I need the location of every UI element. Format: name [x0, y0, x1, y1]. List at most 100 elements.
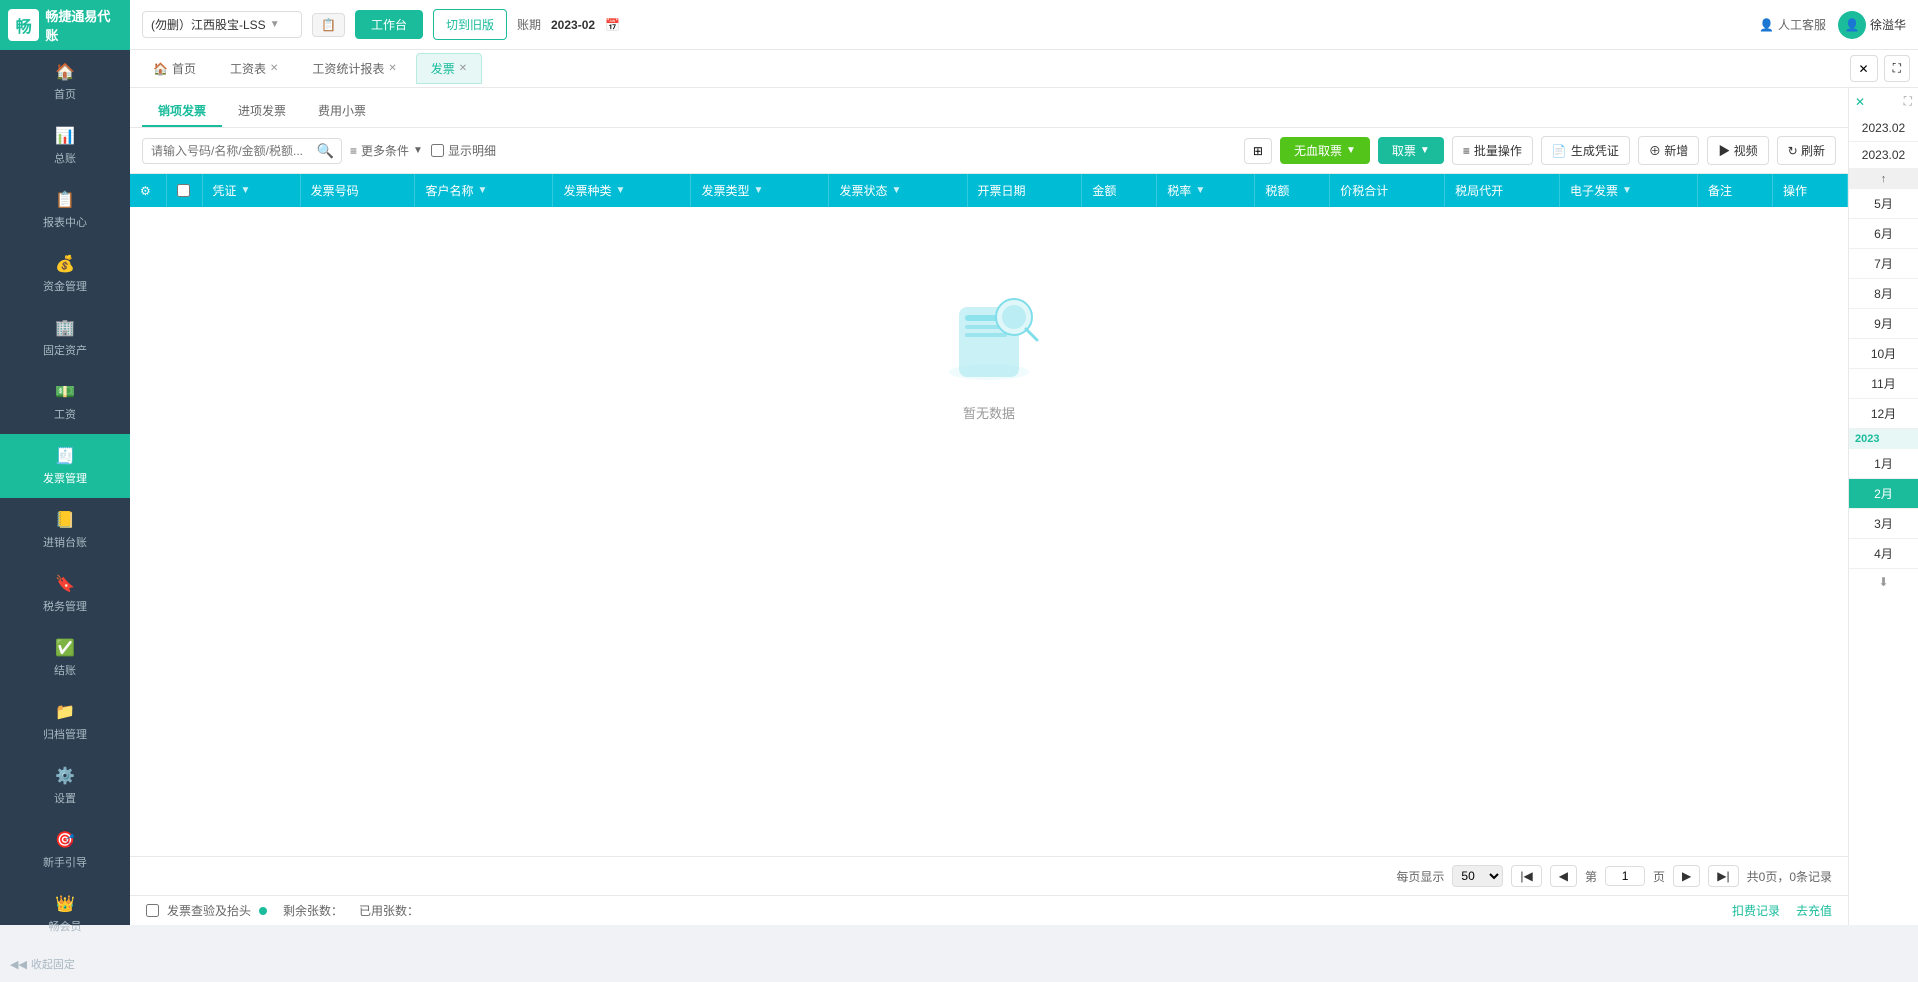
sidebar-label-payroll: 工资 [54, 406, 76, 422]
sidebar-item-home[interactable]: 🏠 首页 [0, 50, 130, 114]
tab-invoice[interactable]: 发票 ✕ [416, 53, 482, 84]
sidebar-item-reports[interactable]: 📋 报表中心 [0, 178, 130, 242]
period-value: 2023-02 [551, 18, 595, 32]
tax-rate-filter-icon[interactable]: ▼ [1195, 185, 1205, 196]
settings-icon: ⚙️ [55, 766, 75, 786]
tab-invoice-close-icon[interactable]: ✕ [459, 63, 467, 74]
date-item-11m[interactable]: 11月 [1849, 369, 1918, 399]
voucher-filter-icon[interactable]: ▼ [241, 185, 251, 196]
batch-label: 批量操作 [1474, 142, 1522, 159]
tab-payroll-stats-close-icon[interactable]: ✕ [388, 63, 396, 74]
sidebar-item-funds[interactable]: 💰 资金管理 [0, 242, 130, 306]
th-checkbox[interactable] [166, 174, 202, 207]
show-detail-checkbox[interactable]: 显示明细 [431, 142, 496, 159]
sidebar-item-payroll[interactable]: 💵 工资 [0, 370, 130, 434]
last-page-button[interactable]: ▶| [1708, 865, 1738, 887]
first-page-button[interactable]: |◀ [1511, 865, 1541, 887]
grid-icon: ⊞ [1253, 144, 1263, 158]
user-info[interactable]: 👤 徐溢华 [1838, 11, 1906, 39]
switch-button[interactable]: 切到旧版 [433, 9, 507, 40]
prev-page-button[interactable]: ◀ [1550, 865, 1577, 887]
video-button[interactable]: ▶ 视频 [1707, 136, 1768, 165]
status-filter-icon[interactable]: ▼ [892, 185, 902, 196]
filter-button[interactable]: ≡ 更多条件 ▼ [350, 142, 423, 159]
date-item-2023-3m[interactable]: 3月 [1849, 509, 1918, 539]
user-name: 徐溢华 [1870, 16, 1906, 33]
calendar-icon[interactable]: 📅 [605, 18, 620, 32]
sidebar-item-ledger[interactable]: 📊 总账 [0, 114, 130, 178]
search-input[interactable] [142, 138, 342, 164]
sidebar-item-settings[interactable]: ⚙️ 设置 [0, 754, 130, 818]
tab-payroll-close-icon[interactable]: ✕ [270, 63, 278, 74]
deduct-record-link[interactable]: 扣费记录 [1732, 902, 1780, 919]
date-item-12m[interactable]: 12月 [1849, 399, 1918, 429]
sub-tab-expense[interactable]: 费用小票 [302, 96, 382, 127]
sidebar-label-sales: 进销台账 [43, 534, 87, 550]
date-item-2023-4m[interactable]: 4月 [1849, 539, 1918, 569]
date-item-10m[interactable]: 10月 [1849, 339, 1918, 369]
company-dropdown-icon: ▼ [270, 19, 280, 30]
sidebar-item-sales[interactable]: 📒 进销台账 [0, 498, 130, 562]
date-item-5m[interactable]: 5月 [1849, 189, 1918, 219]
next-page-button[interactable]: ▶ [1673, 865, 1700, 887]
scroll-down-icon[interactable]: ⬇ [1878, 575, 1888, 589]
date-item-2023-2m[interactable]: 2月 [1849, 479, 1918, 509]
type-filter-icon[interactable]: ▼ [615, 185, 625, 196]
tab-payroll[interactable]: 工资表 ✕ [215, 53, 293, 84]
archive-icon: 📁 [55, 702, 75, 722]
tab-close-all-button[interactable]: ✕ [1850, 55, 1878, 82]
copy-icon: 📋 [321, 18, 336, 32]
company-selector[interactable]: (勿删）江西股宝-LSS ▼ [142, 11, 302, 38]
date-item-8m[interactable]: 8月 [1849, 279, 1918, 309]
maximize-date-panel-icon[interactable]: ⛶ [1904, 94, 1912, 109]
sidebar-collapse-btn[interactable]: ◀◀ 收起固定 [0, 946, 130, 982]
service-button[interactable]: 👤 人工客服 [1759, 16, 1826, 33]
close-date-panel-icon[interactable]: ✕ [1855, 95, 1865, 109]
filter-label: 更多条件 [361, 142, 409, 159]
voucher-icon: 📄 [1552, 144, 1567, 158]
tab-home[interactable]: 🏠 首页 [138, 53, 211, 84]
sidebar-item-close[interactable]: ✅ 结账 [0, 626, 130, 690]
customer-filter-icon[interactable]: ▼ [477, 185, 487, 196]
no-tax-dropdown-icon: ▼ [1346, 145, 1356, 156]
tax-button[interactable]: 取票 ▼ [1378, 137, 1444, 164]
date-9m-label: 9月 [1874, 317, 1893, 331]
search-icon: 🔍 [317, 142, 334, 159]
date-item-2023-02-full1[interactable]: 2023.02 [1849, 115, 1918, 142]
voucher-button[interactable]: 📄 生成凭证 [1541, 136, 1630, 165]
sidebar-item-guide[interactable]: 🎯 新手引导 [0, 818, 130, 882]
per-page-select[interactable]: 50 20 100 [1452, 865, 1503, 887]
date-item-2023-02-full2[interactable]: 2023.02 [1849, 142, 1918, 169]
date-item-2023-1m[interactable]: 1月 [1849, 449, 1918, 479]
workspace-button[interactable]: 工作台 [355, 10, 423, 39]
footer-check-input[interactable] [146, 904, 159, 917]
th-settings[interactable]: ⚙ [130, 174, 166, 207]
date-item-9m[interactable]: 9月 [1849, 309, 1918, 339]
sub-tab-purchase[interactable]: 进项发票 [222, 96, 302, 127]
tab-invoice-label: 发票 [431, 60, 455, 77]
tab-maximize-button[interactable]: ⛶ [1884, 55, 1910, 82]
sidebar-item-invoice[interactable]: 🧾 发票管理 [0, 434, 130, 498]
batch-button[interactable]: ≡ 批量操作 [1452, 136, 1533, 165]
sidebar-item-member[interactable]: 👑 畅会员 [0, 882, 130, 946]
new-button[interactable]: ⊕ 新增 [1638, 136, 1699, 165]
tab-payroll-stats[interactable]: 工资统计报表 ✕ [297, 53, 411, 84]
sidebar-item-archive[interactable]: 📁 归档管理 [0, 690, 130, 754]
date-item-6m[interactable]: 6月 [1849, 219, 1918, 249]
e-invoice-filter-icon[interactable]: ▼ [1622, 185, 1632, 196]
grid-settings-icon[interactable]: ⊞ [1244, 138, 1272, 164]
no-tax-button[interactable]: 无血取票 ▼ [1280, 137, 1370, 164]
copy-button[interactable]: 📋 [312, 13, 345, 37]
page-input[interactable] [1605, 866, 1645, 886]
select-all-checkbox[interactable] [177, 184, 190, 197]
sub-tab-sales[interactable]: 销项发票 [142, 96, 222, 127]
refresh-icon: ↻ [1788, 144, 1798, 158]
recharge-link[interactable]: 去充值 [1796, 902, 1832, 919]
th-invoice-status: 发票状态 ▼ [829, 174, 967, 207]
category-filter-icon[interactable]: ▼ [753, 185, 763, 196]
date-item-7m[interactable]: 7月 [1849, 249, 1918, 279]
sidebar-item-tax[interactable]: 🔖 税务管理 [0, 562, 130, 626]
refresh-button[interactable]: ↻ 刷新 [1777, 136, 1836, 165]
sidebar-item-assets[interactable]: 🏢 固定资产 [0, 306, 130, 370]
show-detail-input[interactable] [431, 144, 444, 157]
